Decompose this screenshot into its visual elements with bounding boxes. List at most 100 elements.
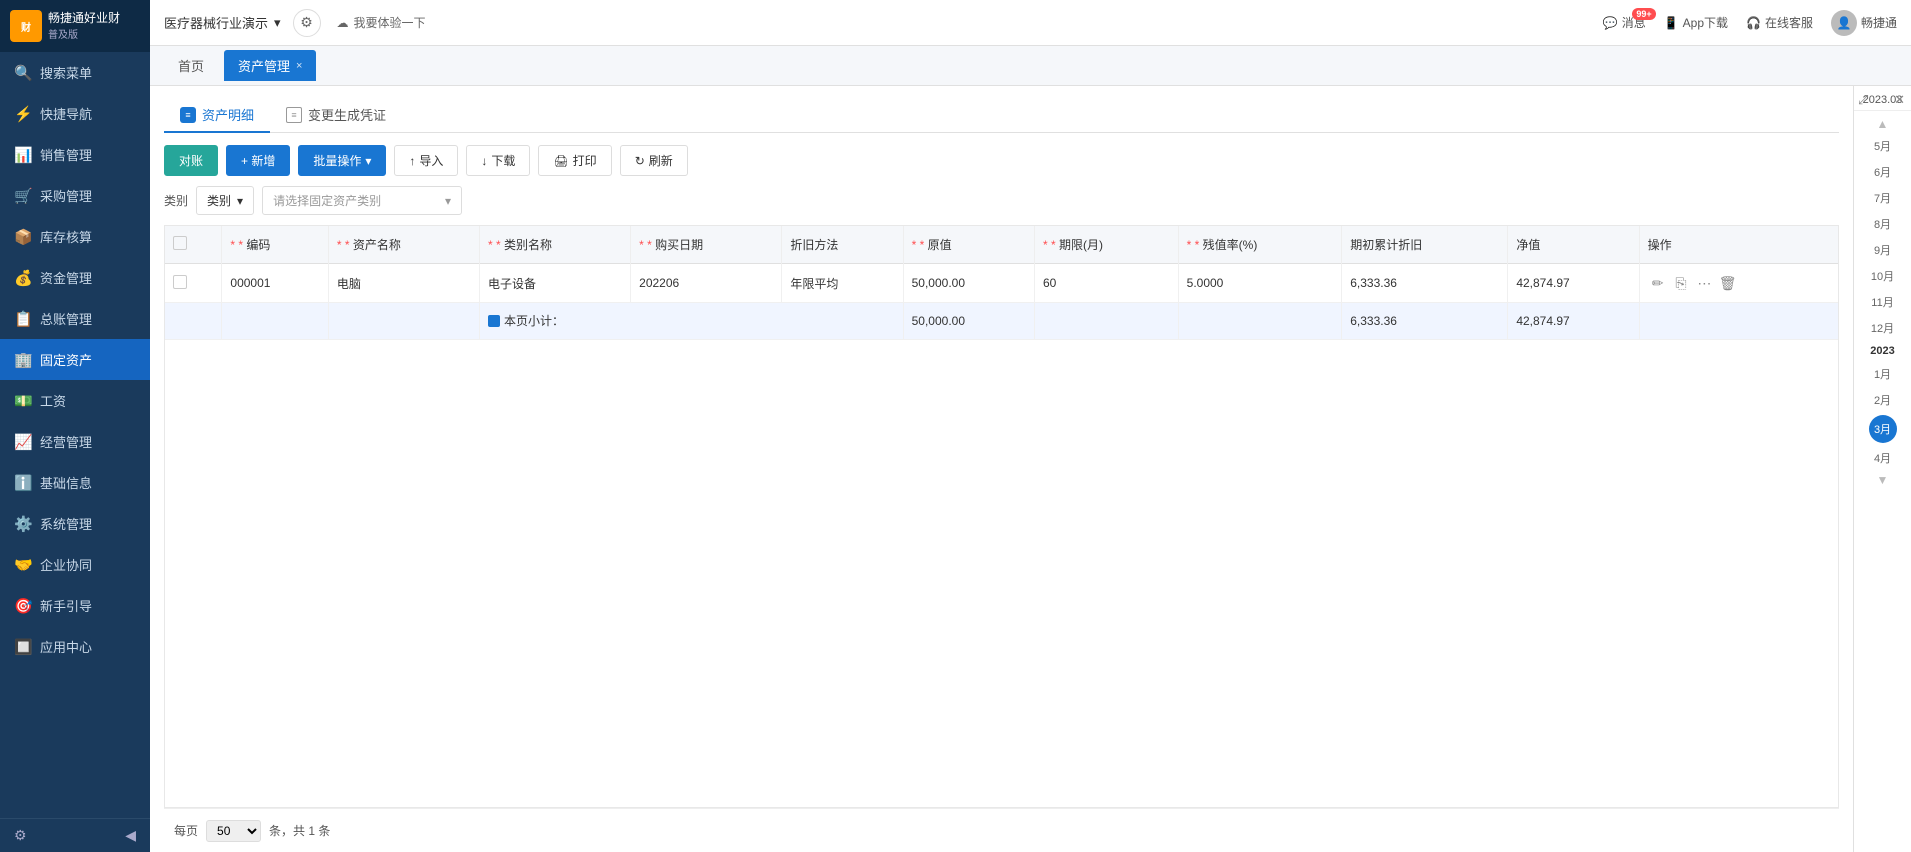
sidebar-item-label-enterprise: 企业协同	[40, 555, 92, 574]
sidebar-item-system[interactable]: ⚙️ 系统管理	[0, 503, 150, 544]
ops-icon: 📈	[14, 433, 32, 451]
new-button[interactable]: + 新增	[226, 145, 290, 176]
app-download-icon: 📱	[1664, 16, 1679, 30]
copy-icon[interactable]: ⎘	[1671, 273, 1691, 293]
import-button[interactable]: ↑ 导入	[394, 145, 458, 176]
system-icon: ⚙️	[14, 515, 32, 533]
reconcile-button[interactable]: 对账	[164, 145, 218, 176]
th-depreciation-method: 折旧方法	[782, 226, 903, 264]
import-label: 导入	[419, 152, 443, 169]
timeline-month-11[interactable]: 11月	[1854, 289, 1911, 315]
sidebar-item-ledger[interactable]: 📋 总账管理	[0, 298, 150, 339]
message-button[interactable]: 💬 消息 99+	[1603, 14, 1646, 31]
sidebar-bottom: ⚙ ◀	[0, 818, 150, 852]
app-download-button[interactable]: 📱 App下载	[1664, 14, 1728, 31]
timeline-month-7[interactable]: 7月	[1854, 185, 1911, 211]
app-center-icon: 🔲	[14, 638, 32, 656]
category-select[interactable]: 类别 ▾	[196, 186, 254, 215]
select-all-checkbox[interactable]	[173, 236, 187, 250]
subtotal-empty-1	[165, 303, 222, 340]
online-service-button[interactable]: 🎧 在线客服	[1746, 14, 1813, 31]
subtotal-original-value: 50,000.00	[903, 303, 1034, 340]
sub-tab-change-voucher[interactable]: ≡ 变更生成凭证	[270, 98, 402, 133]
user-menu[interactable]: 👤 畅捷通	[1831, 10, 1897, 36]
per-page-select[interactable]: 50 100	[206, 820, 261, 842]
sidebar-item-guide[interactable]: 🎯 新手引导	[0, 585, 150, 626]
experience-button[interactable]: ☁ 我要体验一下	[337, 14, 426, 31]
tab-close-icon[interactable]: ×	[296, 60, 302, 72]
timeline-month-6[interactable]: 6月	[1854, 159, 1911, 185]
settings-gear-button[interactable]: ⚙	[293, 9, 321, 37]
sidebar-settings-icon[interactable]: ⚙	[14, 827, 27, 844]
sidebar-item-purchase[interactable]: 🛒 采购管理	[0, 175, 150, 216]
message-badge: 99+	[1632, 8, 1655, 20]
download-button[interactable]: ↓ 下载	[466, 145, 530, 176]
category-input[interactable]: 请选择固定资产类别 ▾	[262, 186, 462, 215]
subtotal-label-cell: 本页小计：	[479, 303, 903, 340]
message-icon: 💬	[1603, 16, 1618, 30]
more-icon[interactable]: ⋯	[1694, 273, 1714, 293]
td-name: 电脑	[328, 264, 479, 303]
payroll-icon: 💵	[14, 392, 32, 410]
user-avatar: 👤	[1831, 10, 1857, 36]
company-selector[interactable]: 医疗器械行业演示 ▾	[164, 13, 281, 32]
print-button[interactable]: 🖨 打印	[538, 145, 611, 176]
td-code: 000001	[222, 264, 328, 303]
inventory-icon: 📦	[14, 228, 32, 246]
sidebar-item-enterprise[interactable]: 🤝 企业协同	[0, 544, 150, 585]
timeline-month-8[interactable]: 8月	[1854, 211, 1911, 237]
batch-ops-button[interactable]: 批量操作 ▾	[298, 145, 386, 176]
timeline-month-12[interactable]: 12月	[1854, 315, 1911, 341]
sidebar: 财 畅捷通好业财 普及版 🔍 搜索菜单 ⚡ 快捷导航 📊 销售管理 🛒 采购管理…	[0, 0, 150, 852]
sidebar-logo: 财 畅捷通好业财 普及版	[0, 0, 150, 52]
sub-tabs: ≡ 资产明细 ≡ 变更生成凭证	[164, 98, 1839, 133]
subtotal-empty-2	[222, 303, 328, 340]
batch-ops-label: 批量操作	[313, 152, 361, 169]
timeline-close-icon[interactable]: ✕	[1894, 92, 1905, 108]
sidebar-item-quick-nav[interactable]: ⚡ 快捷导航	[0, 93, 150, 134]
timeline-month-3-current[interactable]: 3月	[1869, 415, 1897, 443]
sidebar-collapse-icon[interactable]: ◀	[125, 827, 136, 844]
delete-icon[interactable]: 🗑	[1718, 273, 1738, 293]
search-icon: 🔍	[14, 64, 32, 82]
timeline-month-10[interactable]: 10月	[1854, 263, 1911, 289]
row-checkbox[interactable]	[173, 275, 187, 289]
sidebar-item-ops[interactable]: 📈 经营管理	[0, 421, 150, 462]
category-select-label: 类别	[207, 192, 231, 209]
category-select-icon: ▾	[237, 194, 243, 208]
sales-icon: 📊	[14, 146, 32, 164]
import-icon: ↑	[409, 154, 415, 168]
timeline-expand-icon[interactable]: ⤢	[1858, 92, 1868, 108]
subtotal-empty-3	[328, 303, 479, 340]
sidebar-item-label-fixed-assets: 固定资产	[40, 350, 92, 369]
timeline-month-2[interactable]: 2月	[1854, 387, 1911, 413]
ledger-icon: 📋	[14, 310, 32, 328]
sub-tab-asset-detail[interactable]: ≡ 资产明细	[164, 98, 270, 133]
sidebar-item-sales[interactable]: 📊 销售管理	[0, 134, 150, 175]
sidebar-item-fixed-assets[interactable]: 🏢 固定资产	[0, 339, 150, 380]
sidebar-item-inventory[interactable]: 📦 库存核算	[0, 216, 150, 257]
sidebar-item-funds[interactable]: 💰 资金管理	[0, 257, 150, 298]
sidebar-item-search[interactable]: 🔍 搜索菜单	[0, 52, 150, 93]
main-area: 医疗器械行业演示 ▾ ⚙ ☁ 我要体验一下 💬 消息 99+ 📱 App下载 🎧…	[150, 0, 1911, 852]
tab-asset-mgmt[interactable]: 资产管理 ×	[224, 50, 316, 81]
timeline-down-arrow[interactable]: ▼	[1877, 471, 1889, 489]
sidebar-item-label-quick-nav: 快捷导航	[40, 104, 92, 123]
timeline-month-1[interactable]: 1月	[1854, 361, 1911, 387]
table-body: 000001 电脑 电子设备 202206 年限平均 50,000.00 60 …	[165, 264, 1838, 340]
edit-icon[interactable]: ✏	[1648, 273, 1668, 293]
sidebar-item-base-info[interactable]: ℹ️ 基础信息	[0, 462, 150, 503]
batch-ops-dropdown-icon: ▾	[365, 154, 371, 168]
refresh-button[interactable]: ↻ 刷新	[620, 145, 688, 176]
sidebar-item-app-center[interactable]: 🔲 应用中心	[0, 626, 150, 667]
timeline-month-5[interactable]: 5月	[1854, 133, 1911, 159]
timeline-month-4[interactable]: 4月	[1854, 445, 1911, 471]
timeline-up-arrow[interactable]: ▲	[1877, 115, 1889, 133]
td-accumulated: 6,333.36	[1342, 264, 1508, 303]
app-edition: 普及版	[48, 26, 120, 41]
timeline-month-9[interactable]: 9月	[1854, 237, 1911, 263]
sidebar-item-payroll[interactable]: 💵 工资	[0, 380, 150, 421]
tab-home[interactable]: 首页	[164, 50, 218, 81]
sidebar-item-label-ledger: 总账管理	[40, 309, 92, 328]
funds-icon: 💰	[14, 269, 32, 287]
